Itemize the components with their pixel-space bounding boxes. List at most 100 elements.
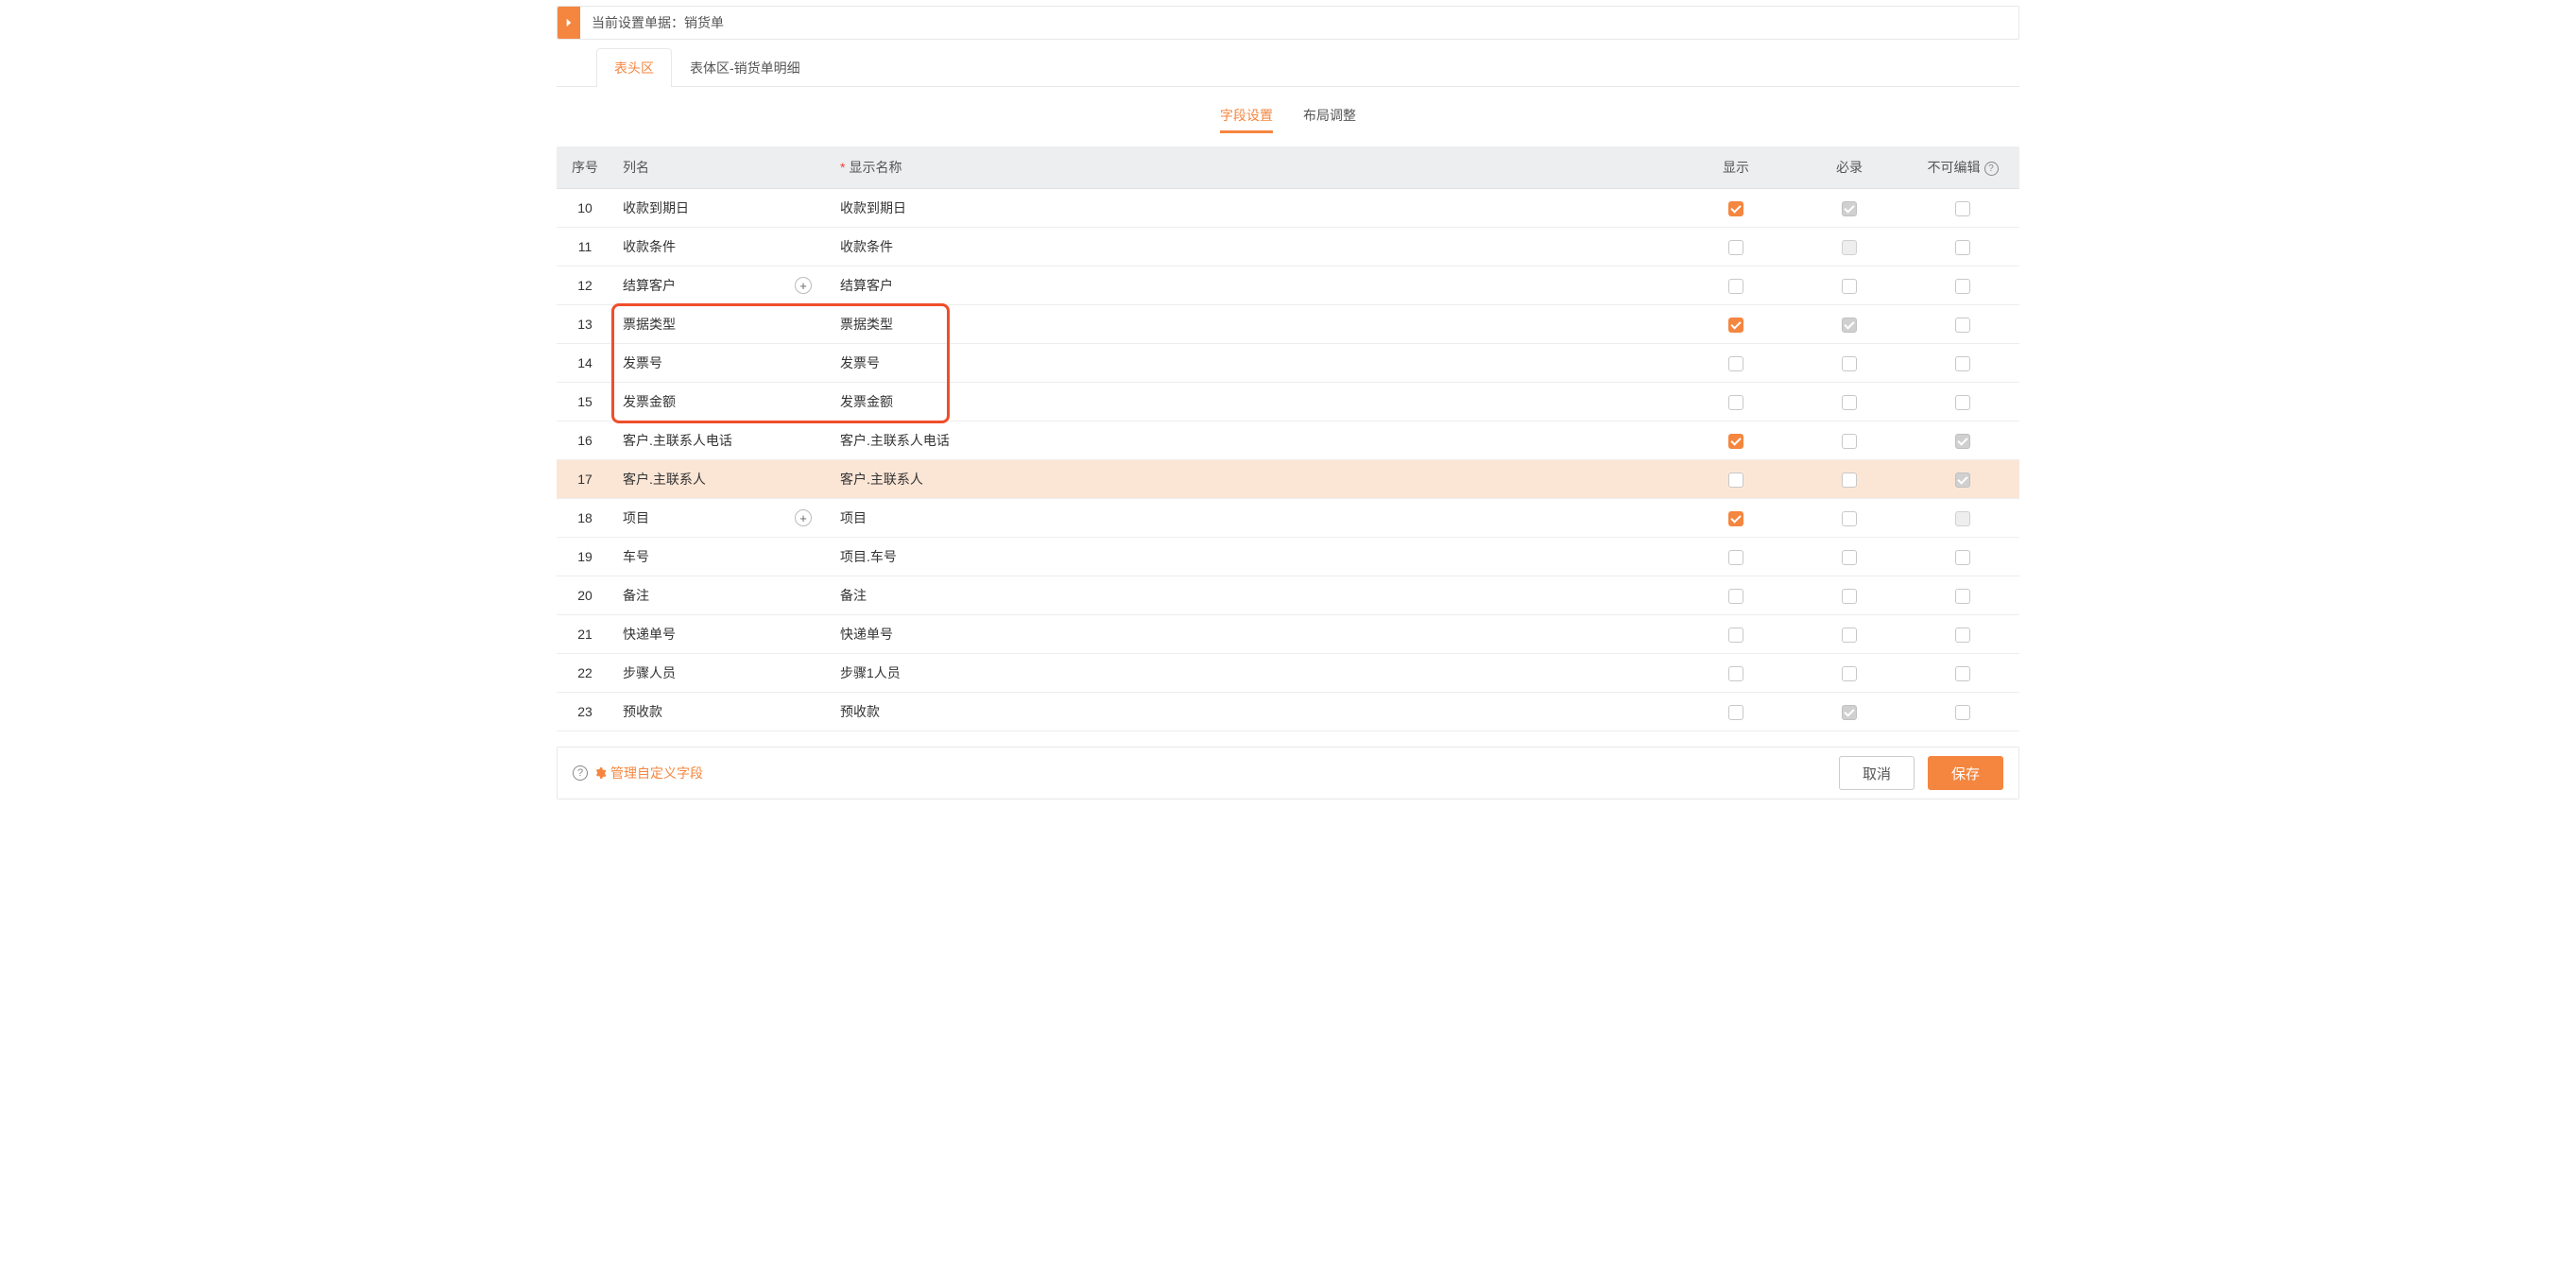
cell-display-name[interactable]: 发票号 (831, 344, 1679, 383)
checkbox-show[interactable] (1728, 434, 1743, 449)
checkbox-readonly[interactable] (1955, 589, 1970, 604)
checkbox-required[interactable] (1842, 627, 1857, 643)
checkbox-readonly[interactable] (1955, 395, 1970, 410)
table-row: 17客户.主联系人客户.主联系人 (557, 460, 2019, 499)
expand-panel-button[interactable] (558, 7, 580, 39)
cell-display-name[interactable]: 步骤1人员 (831, 654, 1679, 693)
checkbox-readonly (1955, 434, 1970, 449)
tab-1[interactable]: 表体区-销货单明细 (672, 48, 818, 87)
checkbox-readonly[interactable] (1955, 356, 1970, 371)
cell-display-name[interactable]: 结算客户 (831, 266, 1679, 305)
checkbox-required[interactable] (1842, 279, 1857, 294)
cell-display-name[interactable]: 预收款 (831, 693, 1679, 731)
cell-display-name[interactable]: 收款到期日 (831, 189, 1679, 228)
cell-display-name[interactable]: 票据类型 (831, 305, 1679, 344)
cell-required (1793, 460, 1906, 499)
cell-name: 发票金额 (613, 383, 831, 421)
cell-display-name[interactable]: 备注 (831, 576, 1679, 615)
cell-name: 车号 (613, 538, 831, 576)
footer-bar: ? 管理自定义字段 取消 保存 (557, 747, 2019, 799)
save-button[interactable]: 保存 (1928, 756, 2003, 790)
row-name-label: 发票号 (623, 353, 662, 372)
checkbox-readonly[interactable] (1955, 240, 1970, 255)
add-child-button[interactable]: + (795, 277, 812, 294)
cell-readonly (1906, 421, 2019, 460)
checkbox-required[interactable] (1842, 666, 1857, 681)
cell-name: 备注 (613, 576, 831, 615)
checkbox-show[interactable] (1728, 589, 1743, 604)
cell-name: 票据类型 (613, 305, 831, 344)
checkbox-readonly[interactable] (1955, 201, 1970, 216)
cell-required (1793, 305, 1906, 344)
checkbox-show[interactable] (1728, 511, 1743, 526)
manage-custom-fields-link[interactable]: 管理自定义字段 (593, 764, 703, 782)
row-name-label: 收款条件 (623, 237, 676, 256)
checkbox-readonly[interactable] (1955, 627, 1970, 643)
checkbox-required[interactable] (1842, 550, 1857, 565)
cell-name: 结算客户 + (613, 266, 831, 305)
cell-show (1679, 421, 1793, 460)
table-row: 15发票金额发票金额 (557, 383, 2019, 421)
cell-required (1793, 654, 1906, 693)
checkbox-show[interactable] (1728, 240, 1743, 255)
cell-seq: 13 (557, 305, 613, 344)
help-icon[interactable]: ? (573, 765, 588, 781)
checkbox-show[interactable] (1728, 550, 1743, 565)
cell-show (1679, 305, 1793, 344)
checkbox-readonly[interactable] (1955, 705, 1970, 720)
checkbox-required (1842, 240, 1857, 255)
checkbox-readonly (1955, 473, 1970, 488)
fields-table-wrap: 序号 列名 *显示名称 显示 必录 不可编辑? 10收款到期日收款到期日11收款… (557, 146, 2019, 731)
checkbox-show[interactable] (1728, 279, 1743, 294)
checkbox-readonly[interactable] (1955, 666, 1970, 681)
cell-required (1793, 499, 1906, 538)
cell-display-name[interactable]: 客户.主联系人 (831, 460, 1679, 499)
cancel-button[interactable]: 取消 (1839, 756, 1915, 790)
cell-display-name[interactable]: 客户.主联系人电话 (831, 421, 1679, 460)
checkbox-readonly[interactable] (1955, 550, 1970, 565)
row-name-label: 结算客户 (623, 276, 676, 295)
cell-show (1679, 538, 1793, 576)
table-row: 11收款条件收款条件 (557, 228, 2019, 266)
cell-required (1793, 538, 1906, 576)
checkbox-show[interactable] (1728, 318, 1743, 333)
cell-readonly (1906, 266, 2019, 305)
tab-0[interactable]: 表头区 (596, 48, 672, 87)
checkbox-required[interactable] (1842, 356, 1857, 371)
subtab-0[interactable]: 字段设置 (1220, 100, 1273, 133)
subtab-1[interactable]: 布局调整 (1303, 100, 1356, 133)
checkbox-show[interactable] (1728, 395, 1743, 410)
add-child-button[interactable]: + (795, 509, 812, 526)
table-row: 16客户.主联系人电话客户.主联系人电话 (557, 421, 2019, 460)
help-icon[interactable]: ? (1984, 162, 1999, 176)
cell-display-name[interactable]: 收款条件 (831, 228, 1679, 266)
checkbox-readonly (1955, 511, 1970, 526)
cell-show (1679, 344, 1793, 383)
checkbox-show[interactable] (1728, 666, 1743, 681)
cell-readonly (1906, 305, 2019, 344)
cell-seq: 15 (557, 383, 613, 421)
table-row: 20备注备注 (557, 576, 2019, 615)
table-row: 22步骤人员步骤1人员 (557, 654, 2019, 693)
cell-readonly (1906, 693, 2019, 731)
checkbox-show[interactable] (1728, 201, 1743, 216)
checkbox-readonly[interactable] (1955, 279, 1970, 294)
checkbox-show[interactable] (1728, 627, 1743, 643)
cell-seq: 17 (557, 460, 613, 499)
cell-display-name[interactable]: 项目.车号 (831, 538, 1679, 576)
checkbox-show[interactable] (1728, 356, 1743, 371)
cell-readonly (1906, 344, 2019, 383)
checkbox-required[interactable] (1842, 511, 1857, 526)
checkbox-required[interactable] (1842, 395, 1857, 410)
row-name-label: 快递单号 (623, 625, 676, 644)
checkbox-show[interactable] (1728, 473, 1743, 488)
checkbox-show[interactable] (1728, 705, 1743, 720)
cell-display-name[interactable]: 项目 (831, 499, 1679, 538)
cell-display-name[interactable]: 快递单号 (831, 615, 1679, 654)
checkbox-required[interactable] (1842, 473, 1857, 488)
cell-display-name[interactable]: 发票金额 (831, 383, 1679, 421)
checkbox-required[interactable] (1842, 589, 1857, 604)
checkbox-required[interactable] (1842, 434, 1857, 449)
cell-required (1793, 421, 1906, 460)
checkbox-readonly[interactable] (1955, 318, 1970, 333)
